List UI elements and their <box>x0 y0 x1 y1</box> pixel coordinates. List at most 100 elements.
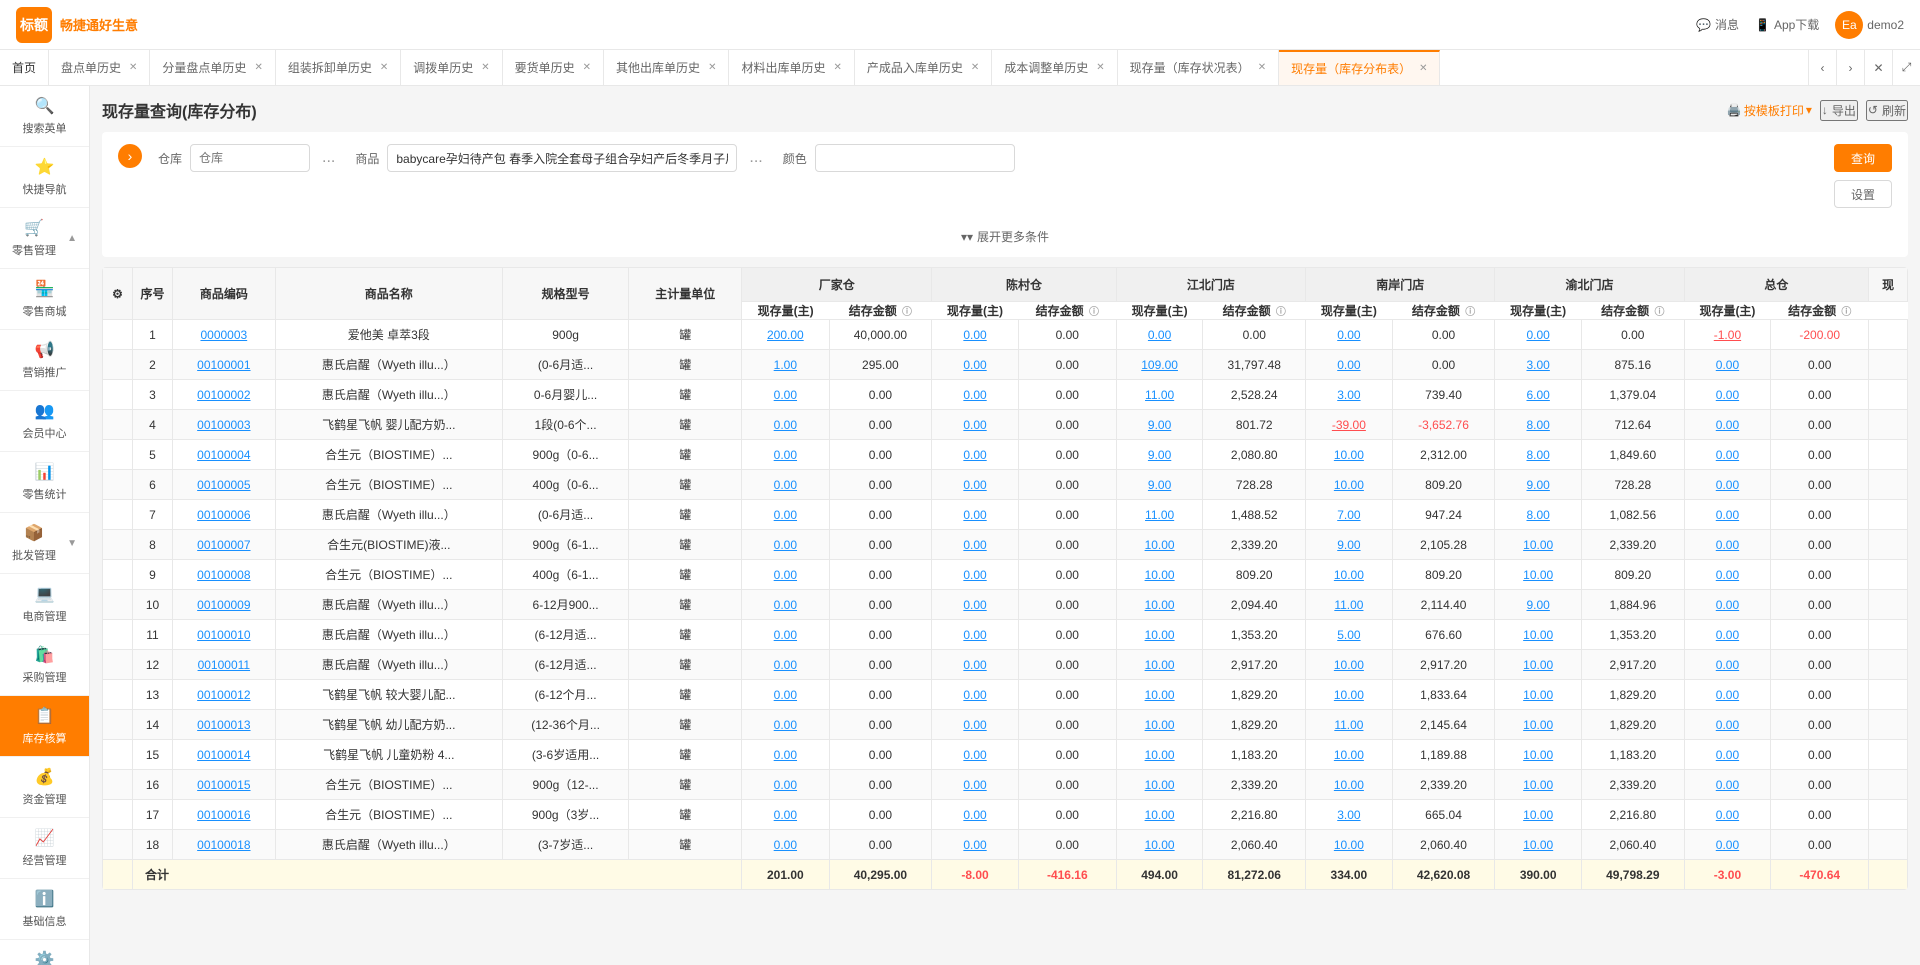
sidebar-item-search[interactable]: 🔍 搜索英单 <box>0 86 89 147</box>
tab-close-5[interactable]: ✕ <box>583 62 591 73</box>
tab-close-10[interactable]: ✕ <box>1258 62 1266 73</box>
cell-tot-amt: 0.00 <box>1771 560 1869 590</box>
tab-close-3[interactable]: ✕ <box>380 62 388 73</box>
sidebar-item-retail-stats[interactable]: 📊 零售统计 <box>0 452 89 513</box>
tab-2[interactable]: 分量盘点单历史 ✕ <box>150 50 275 86</box>
print-btn[interactable]: 🖨️ 按模板打印 ▾ <box>1727 102 1812 119</box>
cell-name: 惠氏启醒（Wyeth illu...） <box>275 650 502 680</box>
cell-fc-amt: 295.00 <box>829 350 932 380</box>
goods-input[interactable] <box>387 144 737 172</box>
tab-7[interactable]: 材料出库单历史 ✕ <box>729 50 854 86</box>
cell-na-amt: 2,312.00 <box>1392 440 1495 470</box>
tab-close-4[interactable]: ✕ <box>481 62 489 73</box>
sidebar-item-finance[interactable]: 💰 资金管理 <box>0 757 89 818</box>
cell-name: 惠氏启醒（Wyeth illu...） <box>275 590 502 620</box>
cell-yb-qty: 9.00 <box>1495 590 1582 620</box>
cell-fc-qty: 200.00 <box>742 320 829 350</box>
refresh-btn[interactable]: ↺ 刷新 <box>1866 100 1908 121</box>
sidebar-item-quicknav[interactable]: ⭐ 快捷导航 <box>0 147 89 208</box>
cell-name: 飞鹤星飞帆 幼儿配方奶... <box>275 710 502 740</box>
summary-na-amt: 42,620.08 <box>1392 860 1495 890</box>
tab-close-11[interactable]: ✕ <box>1419 63 1427 74</box>
sidebar-item-operations[interactable]: 📈 经营管理 <box>0 818 89 879</box>
cell-na-amt: 665.04 <box>1392 800 1495 830</box>
people-icon: 👥 <box>35 401 55 421</box>
tab-5[interactable]: 要货单历史 ✕ <box>503 50 604 86</box>
sidebar-item-wholesale[interactable]: 📦 批发管理 ▼ <box>0 513 89 574</box>
tab-close-8[interactable]: ✕ <box>971 62 979 73</box>
settings-btn[interactable]: 设置 <box>1834 180 1892 208</box>
cell-jb-qty: 10.00 <box>1116 680 1203 710</box>
cell-jb-amt: 2,917.20 <box>1203 650 1306 680</box>
cell-name: 合生元（BIOSTIME）... <box>275 560 502 590</box>
cell-yb-amt: 1,884.96 <box>1581 590 1684 620</box>
cell-jb-amt: 31,797.48 <box>1203 350 1306 380</box>
summary-jb-amt: 81,272.06 <box>1203 860 1306 890</box>
tab-next-btn[interactable]: › <box>1836 50 1864 86</box>
cell-extra <box>1869 800 1908 830</box>
cell-yb-amt: 1,353.20 <box>1581 620 1684 650</box>
tab-close-2[interactable]: ✕ <box>254 62 262 73</box>
cell-gear <box>103 680 133 710</box>
tab-11[interactable]: 现存量（库存分布表） ✕ <box>1279 50 1440 86</box>
cell-cm-qty: 0.00 <box>932 440 1019 470</box>
table-row: 14 00100013 飞鹤星飞帆 幼儿配方奶... (12-36个月... 罐… <box>103 710 1908 740</box>
export-btn[interactable]: ↓ 导出 <box>1820 100 1858 121</box>
color-input[interactable] <box>815 144 1015 172</box>
cell-spec: 900g（12-... <box>502 770 628 800</box>
summary-cm-amt: -416.16 <box>1018 860 1116 890</box>
warehouse-dots-btn[interactable]: ... <box>318 149 339 167</box>
tab-4[interactable]: 调拨单历史 ✕ <box>401 50 502 86</box>
top-bar: 标额 畅捷通好生意 💬 消息 📱 App下载 Ea demo2 <box>0 0 1920 50</box>
col-group-total: 总仓 <box>1684 268 1869 302</box>
app-download-btn[interactable]: 📱 App下载 <box>1755 16 1819 33</box>
col-cm-amt: 结存金额 ⓘ <box>1018 302 1116 320</box>
tab-close-7[interactable]: ✕ <box>833 62 841 73</box>
sidebar-item-inventory[interactable]: 📋 库存核算 <box>0 696 89 757</box>
sidebar-item-retail-mall[interactable]: 🏪 零售商城 <box>0 269 89 330</box>
gear-icon: ⚙️ <box>35 950 55 965</box>
cell-cm-qty: 0.00 <box>932 770 1019 800</box>
sidebar-item-system[interactable]: ⚙️ 系统管理 <box>0 940 89 965</box>
tab-8[interactable]: 产成品入库单历史 ✕ <box>855 50 992 86</box>
sidebar-item-retail-mgmt[interactable]: 🛒 零售管理 ▲ <box>0 208 89 269</box>
tab-close-1[interactable]: ✕ <box>129 62 137 73</box>
cell-num: 8 <box>133 530 173 560</box>
cell-gear <box>103 830 133 860</box>
sidebar-item-member[interactable]: 👥 会员中心 <box>0 391 89 452</box>
computer-icon: 💻 <box>35 584 55 604</box>
cell-fc-amt: 0.00 <box>829 770 932 800</box>
tab-1[interactable]: 盘点单历史 ✕ <box>49 50 150 86</box>
tab-close-6[interactable]: ✕ <box>708 62 716 73</box>
col-tot-amt: 结存金额 ⓘ <box>1771 302 1869 320</box>
tab-3[interactable]: 组装拆卸单历史 ✕ <box>276 50 401 86</box>
expand-search-btn[interactable]: › <box>118 144 142 168</box>
cell-na-amt: 2,105.28 <box>1392 530 1495 560</box>
cell-num: 9 <box>133 560 173 590</box>
sidebar-item-purchase[interactable]: 🛍️ 采购管理 <box>0 635 89 696</box>
cell-yb-amt: 2,060.40 <box>1581 830 1684 860</box>
cell-na-qty: 7.00 <box>1306 500 1393 530</box>
tab-10[interactable]: 现存量（库存状况表） ✕ <box>1118 50 1279 86</box>
query-btn[interactable]: 查询 <box>1834 144 1892 172</box>
cell-fc-amt: 0.00 <box>829 800 932 830</box>
warehouse-input[interactable] <box>190 144 310 172</box>
tab-prev-btn[interactable]: ‹ <box>1808 50 1836 86</box>
sidebar-item-base-info[interactable]: ℹ️ 基础信息 <box>0 879 89 940</box>
expand-conditions-btn[interactable]: ▾▾ 展开更多条件 <box>118 228 1892 245</box>
tab-close-9[interactable]: ✕ <box>1096 62 1104 73</box>
goods-dots-btn[interactable]: ... <box>745 149 766 167</box>
tab-6[interactable]: 其他出库单历史 ✕ <box>604 50 729 86</box>
user-menu[interactable]: Ea demo2 <box>1835 11 1904 39</box>
cell-tot-qty: 0.00 <box>1684 470 1771 500</box>
sidebar-item-marketing[interactable]: 📢 营销推广 <box>0 330 89 391</box>
cell-spec: 400g（6-1... <box>502 560 628 590</box>
cell-jb-qty: 10.00 <box>1116 830 1203 860</box>
tab-close-all-btn[interactable]: ✕ <box>1864 50 1892 86</box>
tab-expand-btn[interactable]: ⤢ <box>1892 50 1920 86</box>
messages-btn[interactable]: 💬 消息 <box>1696 16 1739 33</box>
tab-9[interactable]: 成本调整单历史 ✕ <box>992 50 1117 86</box>
sidebar-item-ecommerce[interactable]: 💻 电商管理 <box>0 574 89 635</box>
tab-home[interactable]: 首页 <box>0 50 49 86</box>
cell-na-qty: 10.00 <box>1306 560 1393 590</box>
